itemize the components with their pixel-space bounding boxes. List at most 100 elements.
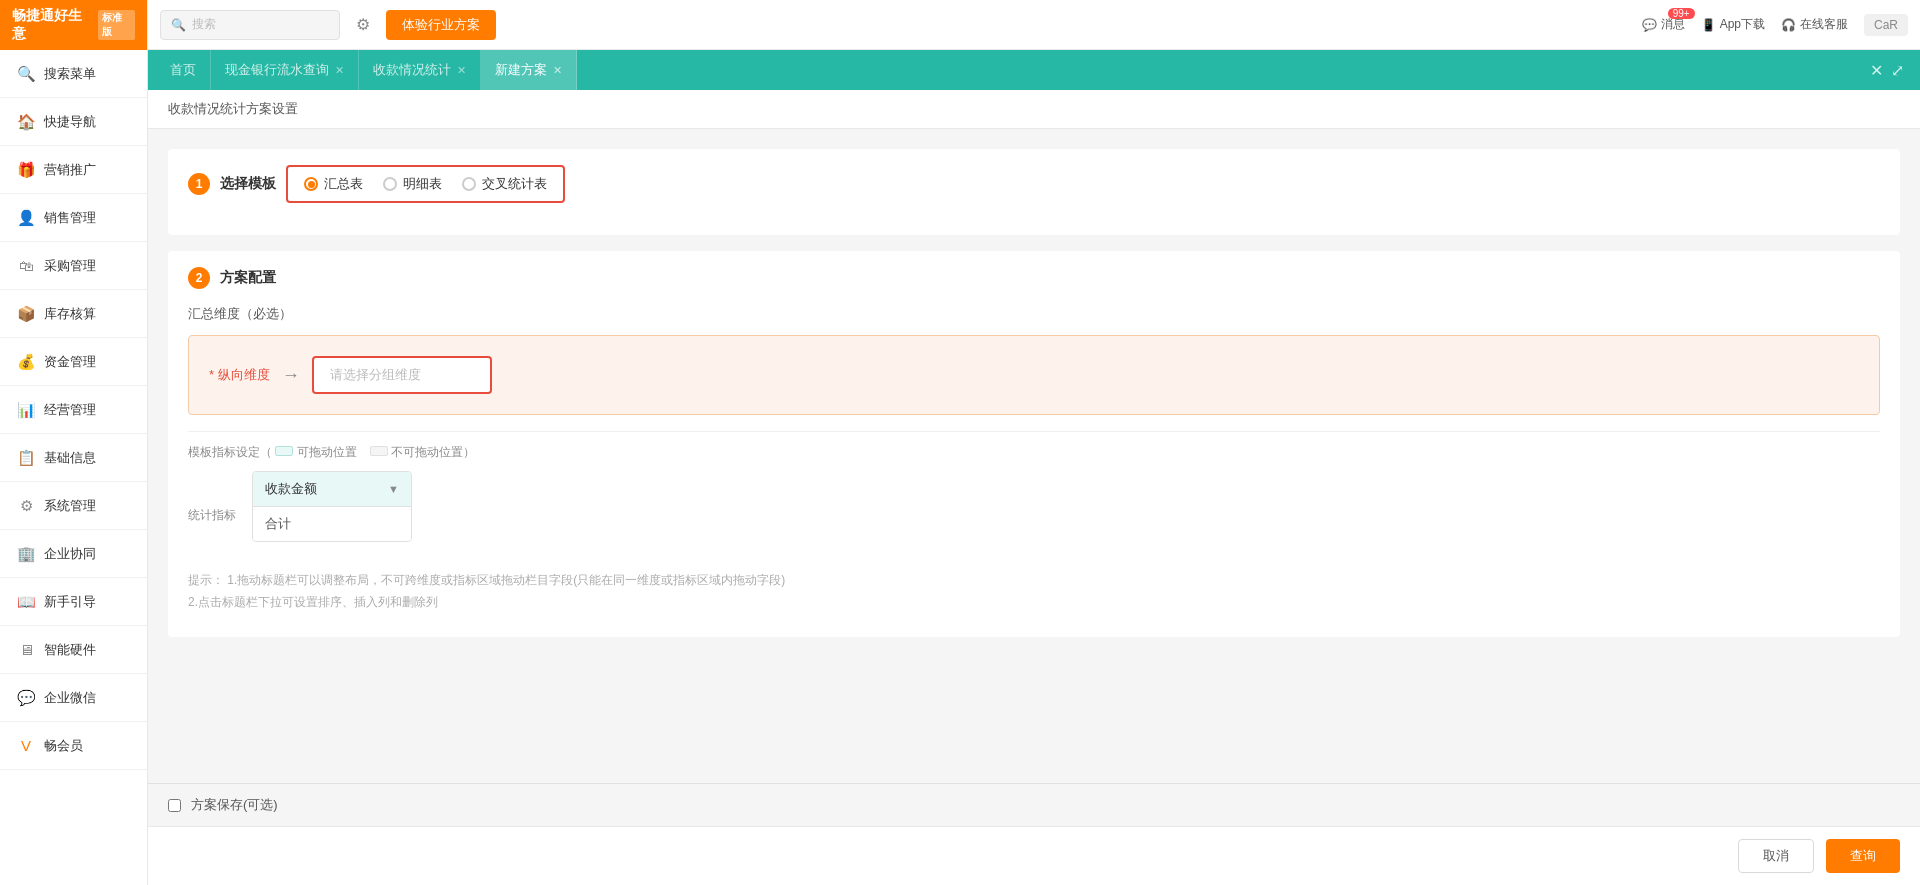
vertical-dimension-label: 纵向维度: [209, 366, 270, 384]
page-header: 收款情况统计方案设置: [148, 90, 1920, 129]
sidebar-item-wechat[interactable]: 💬 企业微信: [0, 674, 147, 722]
sidebar-item-label: 库存核算: [44, 305, 96, 323]
save-checkbox-text: 方案保存(可选): [191, 796, 278, 814]
sidebar: 畅捷通好生意 标准版 🔍 搜索菜单 🏠 快捷导航 🎁 营销推广 👤 销售管理 🛍…: [0, 0, 148, 885]
action-bar: 取消 查询: [148, 826, 1920, 885]
radio-detail-circle: [383, 177, 397, 191]
sidebar-item-funds[interactable]: 💰 资金管理: [0, 338, 147, 386]
query-button[interactable]: 查询: [1826, 839, 1900, 873]
breadcrumb: 收款情况统计方案设置: [168, 101, 298, 116]
expand-icon[interactable]: ⤢: [1891, 61, 1904, 80]
topbar-search-box[interactable]: 🔍 搜索: [160, 10, 340, 40]
stats-row-text: 合计: [265, 516, 291, 531]
dimension-row: 纵向维度 → 请选择分组维度: [209, 356, 1859, 394]
indicator-label-col: 统计指标: [188, 471, 236, 554]
tab-new-plan-close-icon[interactable]: ✕: [553, 64, 562, 77]
sidebar-item-hardware[interactable]: 🖥 智能硬件: [0, 626, 147, 674]
sidebar-item-search[interactable]: 🔍 搜索菜单: [0, 50, 147, 98]
sidebar-item-sales[interactable]: 👤 销售管理: [0, 194, 147, 242]
tab-home-label: 首页: [170, 61, 196, 79]
box-icon: 📦: [16, 304, 36, 324]
topbar-right: 💬 消息 99+ 📱 App下载 🎧 在线客服 CaR: [1642, 14, 1908, 36]
indicator-prefix-text: 模板指标设定（: [188, 445, 272, 459]
logo-text: 畅捷通好生意: [12, 7, 94, 43]
tab-collection-stats-close-icon[interactable]: ✕: [457, 64, 466, 77]
user-icon: 👤: [16, 208, 36, 228]
dimension-selector[interactable]: 请选择分组维度: [312, 356, 492, 394]
radio-detail[interactable]: 明细表: [383, 175, 442, 193]
sidebar-item-label: 新手引导: [44, 593, 96, 611]
topbar-search-icon: 🔍: [171, 18, 186, 32]
save-checkbox[interactable]: [168, 799, 181, 812]
notification-badge: 99+: [1668, 8, 1695, 19]
sidebar-item-marketing[interactable]: 🎁 营销推广: [0, 146, 147, 194]
sidebar-item-label: 搜索菜单: [44, 65, 96, 83]
close-all-icon[interactable]: ✕: [1870, 61, 1883, 80]
gift-icon: 🎁: [16, 160, 36, 180]
tabbar-actions: ✕ ⤢: [1870, 61, 1912, 80]
sidebar-item-ops[interactable]: 📊 经营管理: [0, 386, 147, 434]
indicator-settings-label: 模板指标设定（ 可拖动位置 不可拖动位置）: [188, 444, 475, 461]
tab-bank-flow[interactable]: 现金银行流水查询 ✕: [211, 50, 359, 90]
main-area: 🔍 搜索 ⚙ 体验行业方案 💬 消息 99+ 📱 App下载 🎧 在线客服 Ca…: [148, 0, 1920, 885]
tab-bank-flow-label: 现金银行流水查询: [225, 61, 329, 79]
page-body: 1 选择模板 汇总表 明细表 交叉统计表: [148, 129, 1920, 783]
page-footer: 方案保存(可选): [148, 783, 1920, 826]
sidebar-item-label: 企业微信: [44, 689, 96, 707]
chat-icon: 💬: [16, 688, 36, 708]
tab-new-plan[interactable]: 新建方案 ✕: [481, 50, 577, 90]
radio-detail-label: 明细表: [403, 175, 442, 193]
settings-icon[interactable]: ⚙: [348, 10, 378, 40]
sidebar-item-basic[interactable]: 📋 基础信息: [0, 434, 147, 482]
sidebar-item-system[interactable]: ⚙ 系统管理: [0, 482, 147, 530]
message-icon: 💬: [1642, 18, 1657, 32]
topbar: 🔍 搜索 ⚙ 体验行业方案 💬 消息 99+ 📱 App下载 🎧 在线客服 Ca…: [148, 0, 1920, 50]
sidebar-item-member[interactable]: V 畅会员: [0, 722, 147, 770]
hint-section: 提示： 1.拖动标题栏可以调整布局，不可跨维度或指标区域拖动栏目字段(只能在同一…: [188, 562, 1880, 621]
stats-table-header[interactable]: 收款金额 ▼: [253, 472, 411, 507]
step2-title: 方案配置: [220, 269, 276, 287]
radio-summary-circle: [304, 177, 318, 191]
building-icon: 🏢: [16, 544, 36, 564]
dropdown-icon[interactable]: ▼: [388, 483, 399, 495]
step1-number: 1: [188, 173, 210, 195]
member-icon: V: [16, 736, 36, 756]
sidebar-logo: 畅捷通好生意 标准版: [0, 0, 147, 50]
sidebar-item-label: 企业协同: [44, 545, 96, 563]
sidebar-item-inventory[interactable]: 📦 库存核算: [0, 290, 147, 338]
divider: [188, 431, 1880, 432]
radio-cross[interactable]: 交叉统计表: [462, 175, 547, 193]
app-download-item[interactable]: 📱 App下载: [1701, 16, 1765, 33]
download-icon: 📱: [1701, 18, 1716, 32]
logo-badge: 标准版: [98, 10, 135, 40]
sidebar-item-corp[interactable]: 🏢 企业协同: [0, 530, 147, 578]
sidebar-item-guide[interactable]: 📖 新手引导: [0, 578, 147, 626]
hint-line-1: 提示： 1.拖动标题栏可以调整布局，不可跨维度或指标区域拖动栏目字段(只能在同一…: [188, 570, 1880, 592]
arrow-icon: →: [282, 365, 300, 386]
notification-item[interactable]: 💬 消息 99+: [1642, 16, 1685, 33]
radio-cross-circle: [462, 177, 476, 191]
tab-new-plan-label: 新建方案: [495, 61, 547, 79]
gear-icon: ⚙: [16, 496, 36, 516]
draggable-indicator-tag: [275, 446, 293, 456]
cancel-button[interactable]: 取消: [1738, 839, 1814, 873]
non-draggable-indicator-tag: [370, 446, 388, 456]
user-display[interactable]: CaR: [1864, 14, 1908, 36]
radio-summary[interactable]: 汇总表: [304, 175, 363, 193]
sidebar-item-label: 系统管理: [44, 497, 96, 515]
support-item[interactable]: 🎧 在线客服: [1781, 16, 1848, 33]
dimension-title: 汇总维度（必选）: [188, 305, 1880, 323]
list-icon: 📋: [16, 448, 36, 468]
search-icon: 🔍: [16, 64, 36, 84]
tab-home[interactable]: 首页: [156, 50, 211, 90]
money-icon: 💰: [16, 352, 36, 372]
trial-button[interactable]: 体验行业方案: [386, 10, 496, 40]
stats-indicator-label: 统计指标: [188, 508, 236, 522]
chart-icon: 📊: [16, 400, 36, 420]
sidebar-item-purchase[interactable]: 🛍 采购管理: [0, 242, 147, 290]
tab-collection-stats[interactable]: 收款情况统计 ✕: [359, 50, 481, 90]
sidebar-item-quick-nav[interactable]: 🏠 快捷导航: [0, 98, 147, 146]
save-checkbox-label[interactable]: 方案保存(可选): [168, 796, 278, 814]
tab-bank-flow-close-icon[interactable]: ✕: [335, 64, 344, 77]
radio-summary-label: 汇总表: [324, 175, 363, 193]
